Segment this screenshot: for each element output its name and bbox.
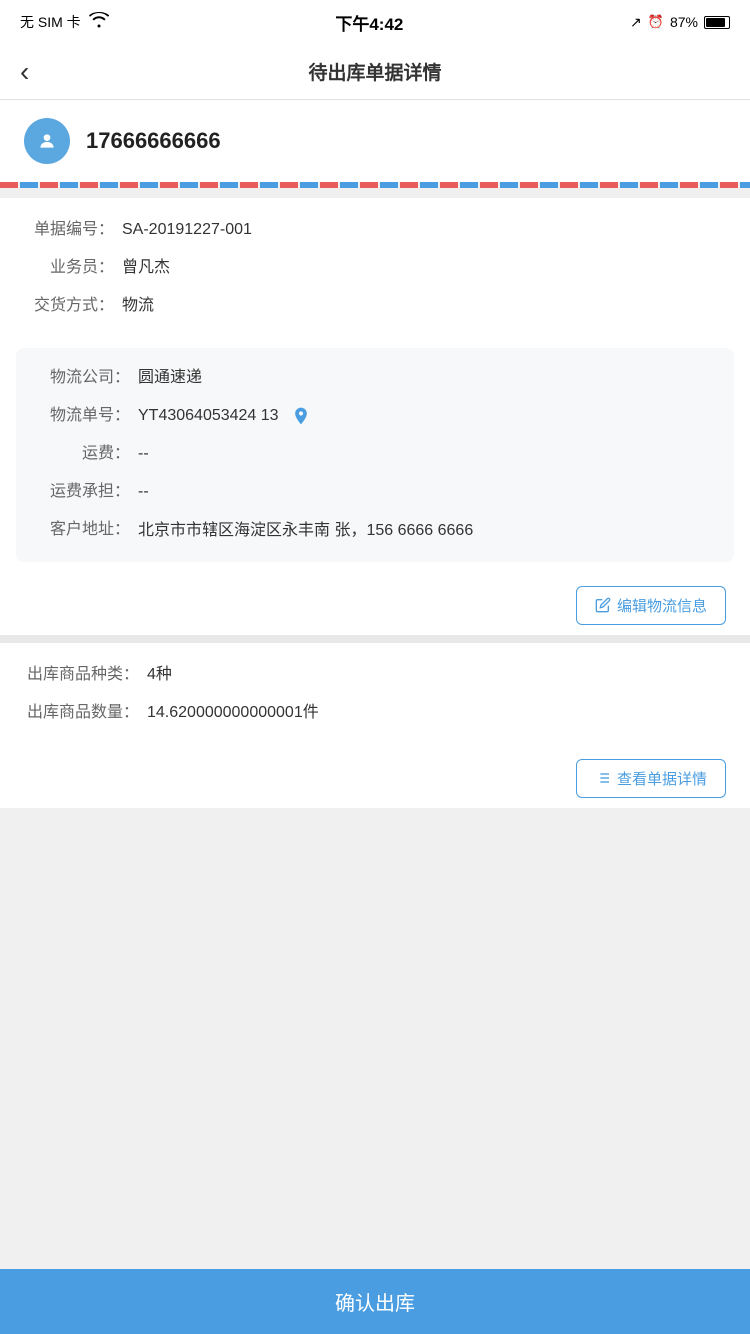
wifi-icon — [89, 12, 109, 33]
confirm-btn-bar: 确认出库 — [0, 1269, 750, 1334]
section-divider — [0, 635, 750, 643]
dashed-decoration — [0, 182, 750, 188]
tracking-num-row: 物流单号： YT43064053424 13 — [40, 404, 710, 428]
bottom-spacer — [0, 808, 750, 1254]
freight-bearer-label: 运费承担： — [40, 480, 130, 504]
page-title: 待出库单据详情 — [308, 58, 441, 85]
carrier-label: 无 SIM 卡 — [20, 12, 81, 32]
back-button[interactable]: ‹ — [20, 56, 60, 88]
status-time: 下午4:42 — [335, 10, 403, 35]
status-bar: 无 SIM 卡 下午4:42 ↗ ⏰ 87% — [0, 0, 750, 44]
order-num-label: 单据编号： — [24, 218, 114, 242]
avatar — [24, 118, 70, 164]
address-row: 客户地址： 北京市市辖区海淀区永丰南 张，156 6666 6666 — [40, 518, 710, 544]
map-pin-icon[interactable] — [291, 405, 311, 427]
order-num-row: 单据编号： SA-20191227-001 — [24, 218, 726, 242]
battery-bar-icon — [704, 16, 730, 29]
freight-bearer-value: -- — [138, 480, 710, 504]
customer-header: 17666666666 — [0, 100, 750, 182]
battery-label: 87% — [670, 14, 698, 30]
logistics-card: 物流公司： 圆通速递 物流单号： YT43064053424 13 运费： -- — [16, 348, 734, 562]
edit-logistics-label: 编辑物流信息 — [617, 595, 707, 616]
customer-phone: 17666666666 — [86, 128, 221, 154]
product-quantity-label: 出库商品数量： — [24, 701, 139, 725]
logistics-company-value: 圆通速递 — [138, 366, 710, 390]
status-left: 无 SIM 卡 — [20, 12, 109, 33]
product-type-label: 出库商品种类： — [24, 663, 139, 687]
delivery-method-row: 交货方式： 物流 — [24, 294, 726, 318]
logistics-company-row: 物流公司： 圆通速递 — [40, 366, 710, 390]
location-icon: ↗ — [630, 14, 642, 31]
order-info-section: 单据编号： SA-20191227-001 业务员： 曾凡杰 交货方式： 物流 — [0, 198, 750, 338]
freight-value: -- — [138, 442, 710, 466]
edit-logistics-button[interactable]: 编辑物流信息 — [576, 586, 726, 625]
product-section: 出库商品种类： 4种 出库商品数量： 14.620000000000001件 — [0, 643, 750, 745]
product-type-row: 出库商品种类： 4种 — [24, 663, 726, 687]
freight-bearer-row: 运费承担： -- — [40, 480, 710, 504]
edit-btn-row: 编辑物流信息 — [0, 572, 750, 635]
product-type-value: 4种 — [147, 663, 726, 687]
tracking-num-label: 物流单号： — [40, 404, 130, 428]
detail-btn-row: 查看单据详情 — [0, 745, 750, 808]
order-num-value: SA-20191227-001 — [122, 218, 726, 242]
edit-icon — [595, 597, 611, 613]
address-label: 客户地址： — [40, 518, 130, 542]
product-quantity-row: 出库商品数量： 14.620000000000001件 — [24, 701, 726, 725]
logistics-company-label: 物流公司： — [40, 366, 130, 390]
view-detail-label: 查看单据详情 — [617, 768, 707, 789]
confirm-outbound-button[interactable]: 确认出库 — [0, 1287, 750, 1316]
product-quantity-value: 14.620000000000001件 — [147, 701, 726, 725]
person-icon — [37, 131, 57, 151]
tracking-num-value: YT43064053424 13 — [138, 404, 710, 428]
sales-person-row: 业务员： 曾凡杰 — [24, 256, 726, 280]
address-value: 北京市市辖区海淀区永丰南 张，156 6666 6666 — [138, 518, 710, 544]
nav-bar: ‹ 待出库单据详情 — [0, 44, 750, 100]
sales-person-value: 曾凡杰 — [122, 256, 726, 280]
delivery-method-value: 物流 — [122, 294, 726, 318]
delivery-method-label: 交货方式： — [24, 294, 114, 318]
freight-row: 运费： -- — [40, 442, 710, 466]
alarm-icon: ⏰ — [648, 14, 664, 30]
sales-person-label: 业务员： — [24, 256, 114, 280]
detail-icon — [595, 770, 611, 786]
status-right: ↗ ⏰ 87% — [630, 14, 730, 31]
freight-label: 运费： — [40, 442, 130, 466]
view-detail-button[interactable]: 查看单据详情 — [576, 759, 726, 798]
